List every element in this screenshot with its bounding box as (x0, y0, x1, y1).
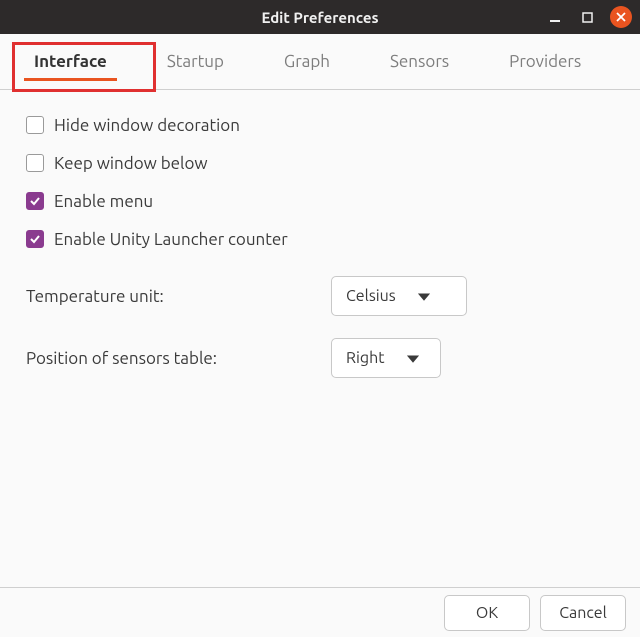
tabs-bar: Interface Startup Graph Sensors Provider… (0, 34, 640, 90)
field-label: Temperature unit: (26, 287, 331, 306)
button-label: Cancel (559, 604, 607, 622)
close-icon (616, 12, 626, 22)
window-controls (546, 0, 632, 34)
option-unity-counter: Enable Unity Launcher counter (26, 220, 620, 258)
checkbox-unity-counter[interactable] (26, 230, 44, 248)
window-title: Edit Preferences (0, 9, 640, 26)
tab-label: Startup (167, 52, 224, 71)
tab-graph[interactable]: Graph (254, 34, 360, 89)
dialog-footer: OK Cancel (0, 587, 640, 637)
chevron-down-icon (418, 287, 430, 305)
option-enable-menu: Enable menu (26, 182, 620, 220)
dropdown-value: Celsius (346, 287, 396, 305)
tab-startup[interactable]: Startup (137, 34, 254, 89)
checkbox-label: Enable menu (54, 192, 153, 211)
minimize-icon (549, 11, 561, 23)
dropdown-sensors-table-position[interactable]: Right (331, 338, 441, 378)
field-temperature-unit: Temperature unit: Celsius (26, 272, 620, 320)
option-hide-decoration: Hide window decoration (26, 106, 620, 144)
checkmark-icon (29, 195, 41, 207)
minimize-button[interactable] (546, 8, 564, 26)
close-button[interactable] (610, 6, 632, 28)
maximize-icon (582, 12, 593, 23)
titlebar: Edit Preferences (0, 0, 640, 34)
dropdown-temperature-unit[interactable]: Celsius (331, 276, 467, 316)
option-keep-below: Keep window below (26, 144, 620, 182)
tab-sensors[interactable]: Sensors (360, 34, 479, 89)
checkbox-keep-below[interactable] (26, 154, 44, 172)
field-sensors-table-position: Position of sensors table: Right (26, 334, 620, 382)
checkbox-label: Keep window below (54, 154, 208, 173)
tab-label: Graph (284, 52, 330, 71)
tab-content-interface: Hide window decoration Keep window below… (0, 90, 640, 587)
checkbox-label: Enable Unity Launcher counter (54, 230, 288, 249)
checkbox-hide-decoration[interactable] (26, 116, 44, 134)
checkmark-icon (29, 233, 41, 245)
button-label: OK (476, 604, 498, 622)
field-label: Position of sensors table: (26, 349, 331, 368)
checkbox-enable-menu[interactable] (26, 192, 44, 210)
tab-interface[interactable]: Interface (4, 34, 137, 89)
chevron-down-icon (407, 349, 419, 367)
tab-label: Sensors (390, 52, 449, 71)
ok-button[interactable]: OK (444, 595, 530, 631)
checkbox-label: Hide window decoration (54, 116, 240, 135)
preferences-window: Edit Preferences Interface Startup Graph… (0, 0, 640, 637)
tab-label: Interface (34, 52, 107, 71)
maximize-button[interactable] (578, 8, 596, 26)
cancel-button[interactable]: Cancel (540, 595, 626, 631)
dropdown-value: Right (346, 349, 385, 367)
tab-label: Providers (509, 52, 581, 71)
tab-providers[interactable]: Providers (479, 34, 611, 89)
